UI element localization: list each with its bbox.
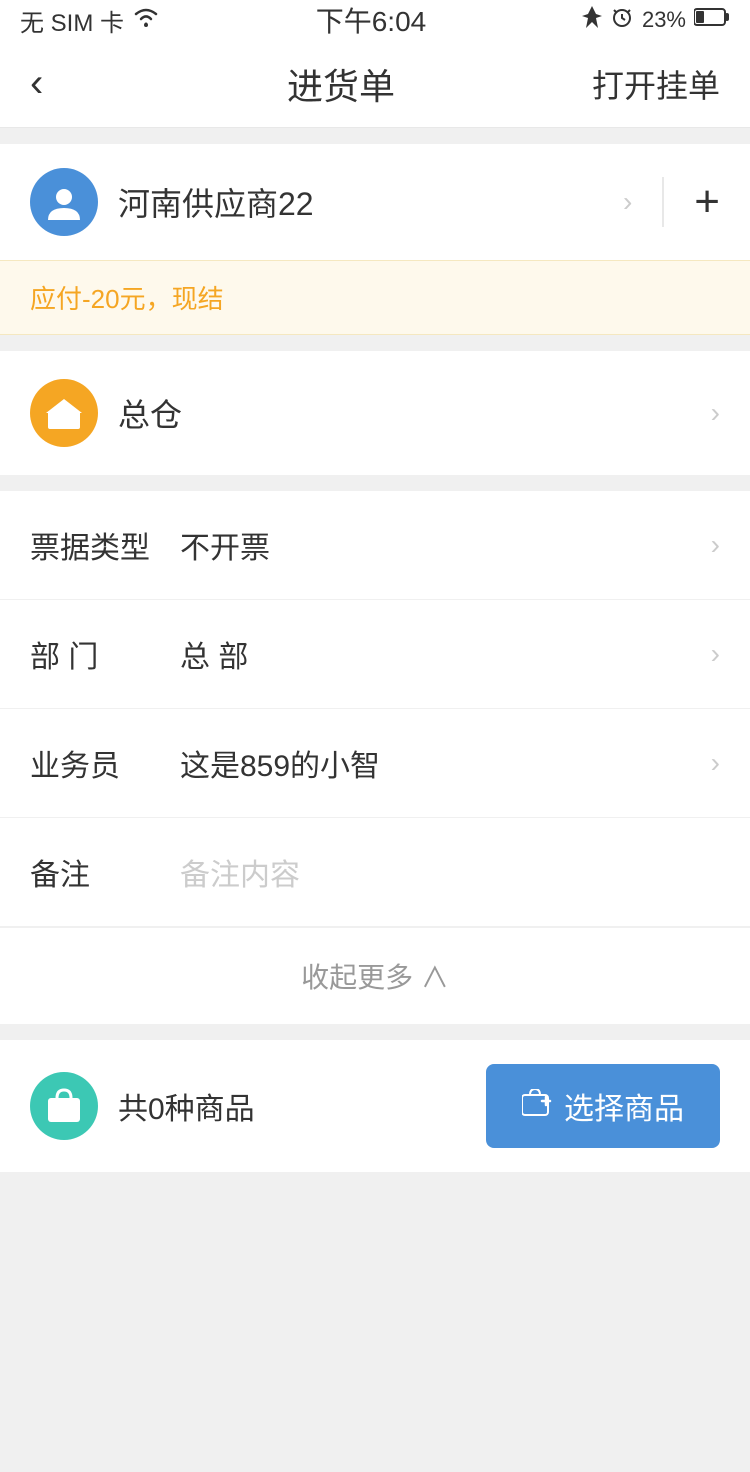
supplier-row[interactable]: 河南供应商22 › + (0, 144, 750, 260)
invoice-type-chevron-icon: › (711, 529, 720, 561)
salesperson-chevron-icon: › (711, 747, 720, 779)
product-count: 共0种商品 (118, 1084, 486, 1128)
invoice-type-label: 票据类型 (30, 523, 150, 567)
nav-bar: ‹ 进货单 打开挂单 (0, 40, 750, 128)
remark-input[interactable]: 备注内容 (180, 850, 720, 894)
battery-text: 23% (642, 7, 686, 33)
add-supplier-button[interactable]: + (694, 177, 720, 227)
select-product-icon (522, 1088, 554, 1125)
alarm-icon (610, 5, 634, 35)
select-product-button[interactable]: 选择商品 (486, 1064, 720, 1148)
battery-icon (694, 7, 730, 33)
warehouse-icon (30, 379, 98, 447)
remark-label: 备注 (30, 850, 150, 894)
content-area: 河南供应商22 › + 应付-20元，现结 总仓 › 票据类型 不开票 › (0, 144, 750, 1472)
remark-row[interactable]: 备注 备注内容 (0, 818, 750, 927)
warehouse-name: 总仓 (118, 390, 711, 436)
supplier-chevron-icon: › (623, 186, 632, 218)
product-bar: 共0种商品 选择商品 (0, 1040, 750, 1172)
status-left: 无 SIM 卡 (20, 3, 160, 38)
salesperson-value: 这是859的小智 (180, 741, 711, 785)
wifi-icon (132, 6, 160, 35)
warehouse-chevron-icon: › (711, 397, 720, 429)
invoice-type-row[interactable]: 票据类型 不开票 › (0, 491, 750, 600)
location-icon (582, 6, 602, 34)
select-product-label: 选择商品 (564, 1084, 684, 1128)
supplier-divider (662, 177, 664, 227)
open-pending-button[interactable]: 打开挂单 (592, 61, 720, 107)
supplier-name: 河南供应商22 (118, 179, 623, 225)
page-title: 进货单 (287, 58, 395, 110)
salesperson-label: 业务员 (30, 741, 150, 785)
supplier-card: 河南供应商22 › + 应付-20元，现结 (0, 144, 750, 335)
notice-bar: 应付-20元，现结 (0, 260, 750, 335)
bottom-gray-area (0, 1172, 750, 1472)
department-row[interactable]: 部 门 总 部 › (0, 600, 750, 709)
warehouse-row[interactable]: 总仓 › (0, 351, 750, 475)
status-time: 下午6:04 (316, 0, 427, 40)
carrier-text: 无 SIM 卡 (20, 3, 124, 38)
supplier-avatar (30, 168, 98, 236)
department-chevron-icon: › (711, 638, 720, 670)
status-right: 23% (582, 5, 730, 35)
form-card: 票据类型 不开票 › 部 门 总 部 › 业务员 这是859的小智 › 备注 备… (0, 491, 750, 1024)
back-button[interactable]: ‹ (30, 61, 90, 106)
status-bar: 无 SIM 卡 下午6:04 23% (0, 0, 750, 40)
collapse-button[interactable]: 收起更多 ∧ (0, 927, 750, 1024)
product-icon (30, 1072, 98, 1140)
warehouse-card: 总仓 › (0, 351, 750, 475)
invoice-type-value: 不开票 (180, 523, 711, 567)
department-value: 总 部 (180, 632, 711, 676)
salesperson-row[interactable]: 业务员 这是859的小智 › (0, 709, 750, 818)
department-label: 部 门 (30, 632, 150, 676)
